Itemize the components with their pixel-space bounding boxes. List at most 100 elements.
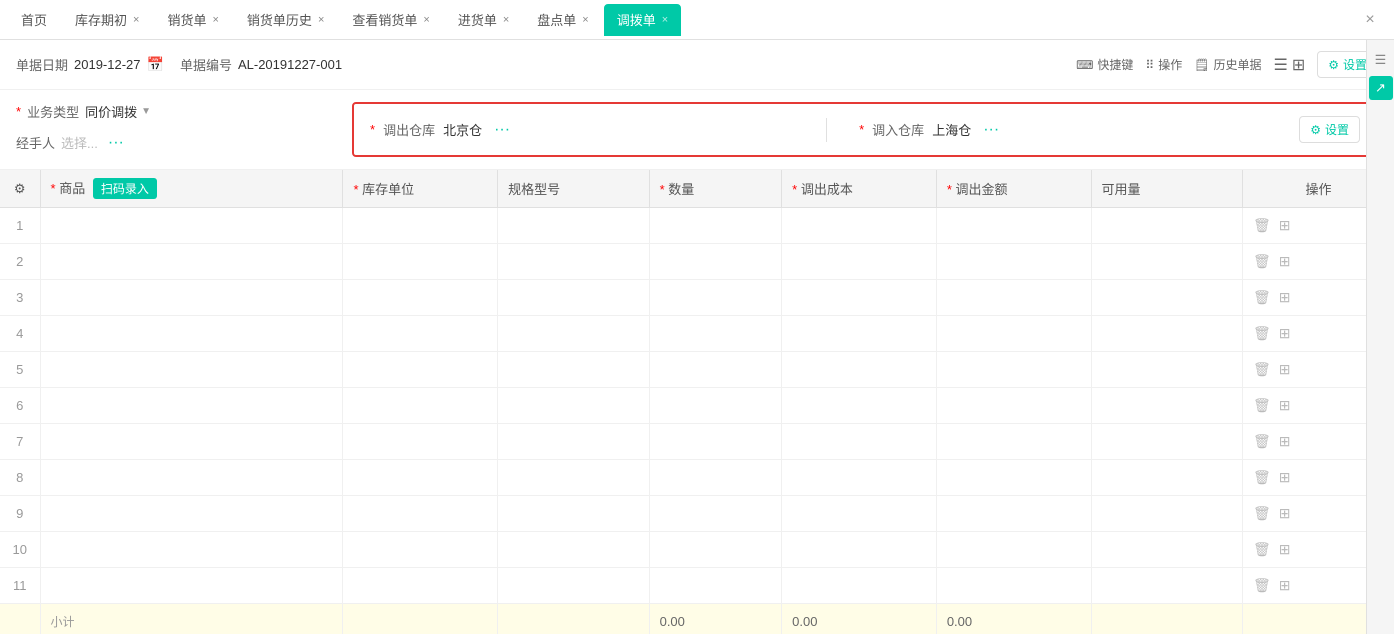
cost-cell[interactable] <box>782 532 937 568</box>
available-cell[interactable] <box>1091 280 1242 316</box>
tab-sales-order[interactable]: 销货单 × <box>154 4 231 36</box>
copy-row-icon[interactable]: ⊞ <box>1279 505 1291 522</box>
qty-cell[interactable] <box>649 568 782 604</box>
table-settings-gear-icon[interactable]: ⚙ <box>14 181 26 196</box>
close-sales-history[interactable]: × <box>318 14 324 26</box>
copy-row-icon[interactable]: ⊞ <box>1279 253 1291 270</box>
tab-inventory-init[interactable]: 库存期初 × <box>62 4 152 36</box>
spec-cell[interactable] <box>498 424 649 460</box>
copy-row-icon[interactable]: ⊞ <box>1279 469 1291 486</box>
available-cell[interactable] <box>1091 424 1242 460</box>
layout-list-icon[interactable]: ☰ <box>1273 55 1287 75</box>
delete-row-icon[interactable]: 🗑 <box>1253 325 1271 342</box>
tab-transfer-order[interactable]: 调拨单 × <box>604 4 681 36</box>
product-cell[interactable] <box>40 460 343 496</box>
delete-row-icon[interactable]: 🗑 <box>1253 469 1271 486</box>
tab-sales-history[interactable]: 销货单历史 × <box>234 4 337 36</box>
delete-row-icon[interactable]: 🗑 <box>1253 577 1271 594</box>
spec-cell[interactable] <box>498 352 649 388</box>
amount-cell[interactable] <box>936 568 1091 604</box>
delete-row-icon[interactable]: 🗑 <box>1253 505 1271 522</box>
unit-cell[interactable] <box>343 244 498 280</box>
cost-cell[interactable] <box>782 316 937 352</box>
cost-cell[interactable] <box>782 280 937 316</box>
close-transfer-order[interactable]: × <box>662 14 668 26</box>
unit-cell[interactable] <box>343 208 498 244</box>
spec-cell[interactable] <box>498 568 649 604</box>
product-cell[interactable] <box>40 208 343 244</box>
available-cell[interactable] <box>1091 208 1242 244</box>
close-purchase-order[interactable]: × <box>503 14 509 26</box>
scan-entry-button[interactable]: 扫码录入 <box>93 178 157 199</box>
amount-cell[interactable] <box>936 460 1091 496</box>
amount-cell[interactable] <box>936 208 1091 244</box>
amount-cell[interactable] <box>936 244 1091 280</box>
delete-row-icon[interactable]: 🗑 <box>1253 397 1271 414</box>
unit-cell[interactable] <box>343 280 498 316</box>
available-cell[interactable] <box>1091 496 1242 532</box>
sidebar-export-icon[interactable]: ↗ <box>1369 76 1393 100</box>
delete-row-icon[interactable]: 🗑 <box>1253 433 1271 450</box>
copy-row-icon[interactable]: ⊞ <box>1279 541 1291 558</box>
delete-row-icon[interactable]: 🗑 <box>1253 217 1271 234</box>
available-cell[interactable] <box>1091 388 1242 424</box>
copy-row-icon[interactable]: ⊞ <box>1279 577 1291 594</box>
spec-cell[interactable] <box>498 316 649 352</box>
qty-cell[interactable] <box>649 460 782 496</box>
amount-cell[interactable] <box>936 424 1091 460</box>
available-cell[interactable] <box>1091 460 1242 496</box>
copy-row-icon[interactable]: ⊞ <box>1279 397 1291 414</box>
qty-cell[interactable] <box>649 388 782 424</box>
copy-row-icon[interactable]: ⊞ <box>1279 433 1291 450</box>
handler-value[interactable]: 选择... <box>61 133 98 152</box>
tab-view-sales[interactable]: 查看销货单 × <box>339 4 442 36</box>
qty-cell[interactable] <box>649 424 782 460</box>
th-settings[interactable]: ⚙ <box>0 170 40 208</box>
handler-ellipsis-button[interactable]: ··· <box>108 134 124 152</box>
copy-row-icon[interactable]: ⊞ <box>1279 325 1291 342</box>
product-cell[interactable] <box>40 244 343 280</box>
close-sales-order[interactable]: × <box>212 14 218 26</box>
cost-cell[interactable] <box>782 460 937 496</box>
available-cell[interactable] <box>1091 352 1242 388</box>
cost-cell[interactable] <box>782 496 937 532</box>
cost-cell[interactable] <box>782 352 937 388</box>
tab-purchase-order[interactable]: 进货单 × <box>445 4 522 36</box>
history-button[interactable]: 🗒 历史单据 <box>1194 56 1261 73</box>
qty-cell[interactable] <box>649 352 782 388</box>
qty-cell[interactable] <box>649 244 782 280</box>
business-type-select-wrapper[interactable]: 同价调拨 ▼ <box>85 102 151 121</box>
shortcuts-button[interactable]: ⌨ 快捷键 <box>1076 56 1133 73</box>
spec-cell[interactable] <box>498 532 649 568</box>
calendar-icon[interactable]: 📅 <box>147 56 164 73</box>
amount-cell[interactable] <box>936 388 1091 424</box>
product-cell[interactable] <box>40 388 343 424</box>
amount-cell[interactable] <box>936 316 1091 352</box>
window-close-button[interactable]: × <box>1354 4 1386 36</box>
available-cell[interactable] <box>1091 244 1242 280</box>
spec-cell[interactable] <box>498 388 649 424</box>
spec-cell[interactable] <box>498 460 649 496</box>
close-view-sales[interactable]: × <box>423 14 429 26</box>
delete-row-icon[interactable]: 🗑 <box>1253 289 1271 306</box>
qty-cell[interactable] <box>649 496 782 532</box>
unit-cell[interactable] <box>343 568 498 604</box>
amount-cell[interactable] <box>936 496 1091 532</box>
unit-cell[interactable] <box>343 532 498 568</box>
cost-cell[interactable] <box>782 388 937 424</box>
qty-cell[interactable] <box>649 316 782 352</box>
amount-cell[interactable] <box>936 280 1091 316</box>
product-cell[interactable] <box>40 424 343 460</box>
transfer-out-ellipsis-button[interactable]: ··· <box>494 121 510 139</box>
product-cell[interactable] <box>40 532 343 568</box>
close-inventory-init[interactable]: × <box>133 14 139 26</box>
unit-cell[interactable] <box>343 460 498 496</box>
unit-cell[interactable] <box>343 388 498 424</box>
operations-button[interactable]: ⠿ 操作 <box>1145 56 1182 73</box>
spec-cell[interactable] <box>498 496 649 532</box>
unit-cell[interactable] <box>343 424 498 460</box>
amount-cell[interactable] <box>936 352 1091 388</box>
unit-cell[interactable] <box>343 316 498 352</box>
unit-cell[interactable] <box>343 496 498 532</box>
spec-cell[interactable] <box>498 244 649 280</box>
